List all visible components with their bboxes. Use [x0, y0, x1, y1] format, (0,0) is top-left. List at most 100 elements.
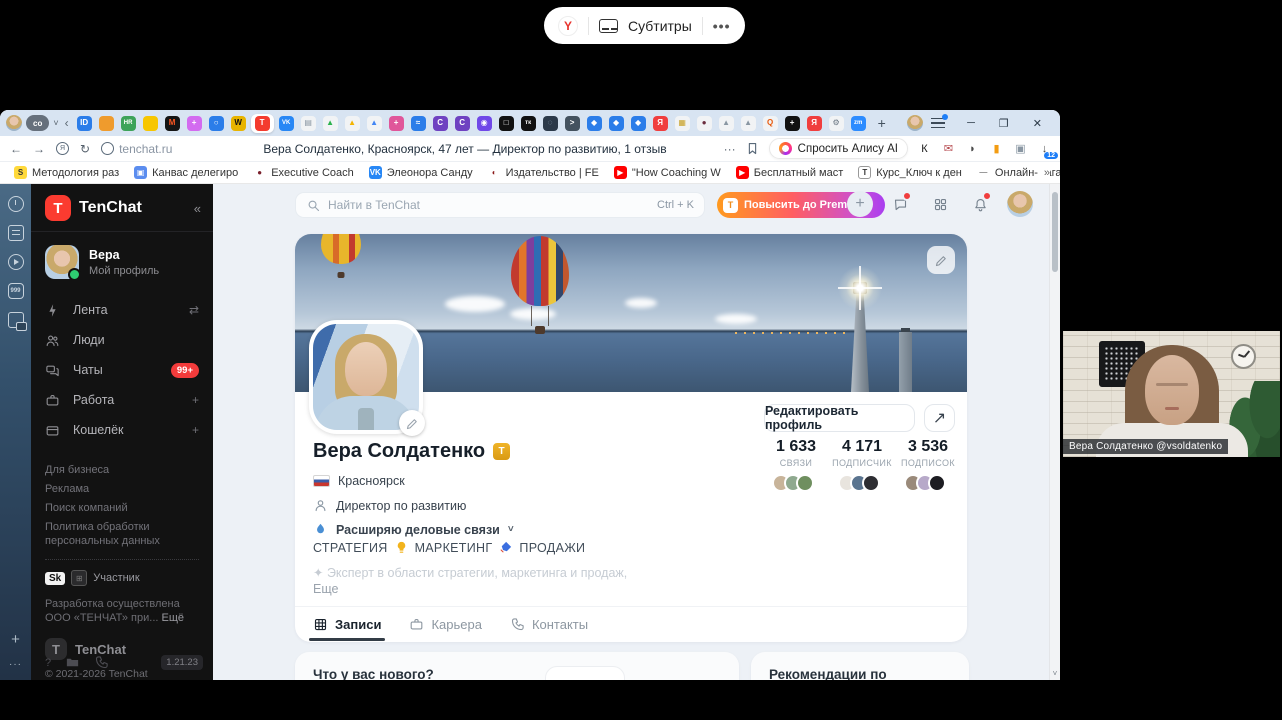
browser-tab-wave[interactable]: ≈ [409, 115, 428, 132]
downloads-icon[interactable]: ↓ 12 [1037, 143, 1058, 159]
mail-extension-icon[interactable]: ✉ [941, 142, 956, 155]
sidebar-profile[interactable]: Вера Мой профиль [31, 232, 213, 289]
back-icon[interactable]: ← [10, 142, 22, 156]
search-input[interactable]: Найти в TenChat Ctrl + K [295, 192, 705, 218]
sidebar-item-action-icon[interactable]: + [192, 423, 199, 437]
tab-contacts[interactable]: Контакты [510, 617, 588, 632]
more-icon[interactable]: ··· [724, 142, 736, 156]
browser-tab-yandex2[interactable]: Я [805, 115, 824, 132]
sidebar-item-feed[interactable]: Лента ⇄ [31, 295, 213, 325]
user-profile-link[interactable]: Мой профиль [89, 265, 159, 277]
edit-avatar-button[interactable] [399, 410, 425, 436]
browser-tab-lamp[interactable]: ▦ [673, 115, 692, 132]
browser-tab-diamond[interactable]: ◆ [607, 115, 626, 132]
browser-tab-drive[interactable]: ▲ [365, 115, 384, 132]
browser-tab-m[interactable]: M [163, 115, 182, 132]
browser-tab-tenchat[interactable]: T [250, 113, 274, 133]
browser-tab-clock[interactable]: ◉ [475, 115, 494, 132]
stat-column[interactable]: 1 633 связи [763, 438, 829, 492]
browser-menu-icon[interactable] [931, 114, 949, 128]
browser-tab-circle[interactable]: ○ [207, 115, 226, 132]
browser-profile-avatar[interactable] [6, 115, 22, 131]
browser-tab-dashed[interactable]: ◌ [541, 115, 560, 132]
notifications-icon[interactable] [967, 191, 993, 217]
close-button[interactable]: ✕ [1033, 117, 1042, 130]
collapse-sidebar-icon[interactable]: « [194, 201, 201, 216]
stats-chart-button[interactable]: ↗ [924, 404, 955, 432]
folder-icon[interactable] [65, 655, 80, 670]
battery-extension-icon[interactable]: ▮ [989, 142, 1004, 155]
new-tab-button[interactable]: + [878, 115, 886, 131]
halfmoon-extension-icon[interactable]: ◗ [965, 143, 980, 155]
tab-career[interactable]: Карьера [409, 617, 482, 632]
browser-tab-diamond[interactable]: ◆ [629, 115, 648, 132]
bookmark-icon[interactable] [745, 141, 760, 156]
status-row[interactable]: Расширяю деловые связи ˅ [313, 522, 514, 537]
tenchat-logo-icon[interactable]: T [45, 195, 71, 221]
verified-tenchat-badge-icon[interactable]: T [493, 443, 511, 460]
browser-tab-zoom[interactable]: zm [849, 115, 868, 132]
browser-tab-settings[interactable]: ⚙ [827, 115, 846, 132]
sidebar-item-wallet[interactable]: Кошелёк + [31, 415, 213, 445]
more-options-icon[interactable]: ••• [713, 18, 731, 34]
browser-tab-ship[interactable]: ▲ [739, 115, 758, 132]
sidebar-item-chats[interactable]: Чаты 99+ [31, 355, 213, 385]
bookmarks-overflow-icon[interactable]: » [1037, 166, 1050, 179]
browser-user-avatar[interactable] [907, 115, 924, 131]
browser-tab-w[interactable]: W [229, 115, 248, 132]
url-text[interactable]: tenchat.ru [119, 142, 172, 156]
sidebar-footer-link[interactable]: Политика обработки персональных данных [45, 520, 199, 548]
browser-tab-drive[interactable]: ▲ [343, 115, 362, 132]
bookmark-item[interactable]: ▣ Канвас делегиро [134, 166, 238, 179]
browser-tab-c2[interactable]: C [453, 115, 472, 132]
edit-profile-button[interactable]: Редактировать профиль [764, 404, 915, 432]
new-post-button[interactable] [545, 666, 625, 680]
bookmark-item[interactable]: ▶ "How Coaching W [613, 166, 721, 179]
browser-tab-search[interactable]: Q [761, 115, 780, 132]
forward-icon[interactable]: → [33, 142, 45, 156]
sidebar-footer-link[interactable]: Реклама [45, 482, 199, 496]
bookmark-item[interactable]: VK Элеонора Санду [368, 166, 473, 179]
sidebar-item-action-icon[interactable]: ⇄ [189, 303, 199, 317]
create-button[interactable]: + [847, 191, 873, 217]
browser-tab-tk[interactable]: тк [519, 115, 538, 132]
browser-tab-plus[interactable]: + [185, 115, 204, 132]
bookmark-item[interactable]: ◐ Издательство | FE [487, 166, 599, 179]
tab-group-pill[interactable]: co [26, 115, 50, 131]
url-chip[interactable]: tenchat.ru [101, 142, 172, 156]
browser-tab-vk[interactable]: VK [277, 115, 296, 132]
subtitle-pill[interactable]: Y Субтитры ••• [544, 7, 745, 44]
bookmark-item[interactable]: ▶ Бесплатный маст [735, 166, 843, 179]
video-icon[interactable] [7, 254, 24, 270]
reload-icon[interactable]: ↻ [80, 142, 90, 156]
tab-scroll-left-icon[interactable]: ‹ [65, 116, 69, 130]
browser-tab-group-arrow[interactable]: > [563, 115, 582, 132]
panel-more-icon[interactable]: ··· [9, 660, 22, 670]
help-icon[interactable]: ? [45, 657, 51, 669]
browser-tab-drive[interactable]: ▲ [321, 115, 340, 132]
browser-tab-darkdot[interactable]: ● [695, 115, 714, 132]
dev-note-more-link[interactable]: Ещё [162, 612, 185, 624]
ask-alice-button[interactable]: Спросить Алису AI [768, 138, 908, 159]
browser-tab-duck[interactable] [141, 115, 160, 132]
user-avatar[interactable] [45, 245, 81, 281]
browser-tab-id[interactable]: ID [75, 115, 94, 132]
tab-posts[interactable]: Записи [308, 617, 386, 641]
bio-more-link[interactable]: Еще [313, 582, 338, 596]
feed-icon[interactable] [7, 225, 24, 241]
phone-icon[interactable] [94, 655, 109, 670]
bookmark-item[interactable]: S Методология раз [14, 166, 119, 179]
minimize-button[interactable]: ─ [967, 117, 975, 129]
browser-tab-yandex[interactable]: Я [651, 115, 670, 132]
edit-cover-button[interactable] [927, 246, 955, 274]
sidebar-footer-link[interactable]: Поиск компаний [45, 501, 199, 515]
sidebar-footer-link[interactable]: Для бизнеса [45, 463, 199, 477]
sidebar-item-action-icon[interactable]: + [192, 393, 199, 407]
maximize-button[interactable]: ❐ [999, 117, 1009, 130]
scrollbar-down-icon[interactable]: ˅ [1050, 669, 1060, 678]
browser-tab-diamond[interactable]: ◆ [585, 115, 604, 132]
messages-icon[interactable] [887, 191, 913, 217]
stat-column[interactable]: 4 171 подписчик [829, 438, 895, 492]
tenchat-brand[interactable]: TenChat [79, 199, 142, 217]
browser-tab-ship[interactable]: ▲ [717, 115, 736, 132]
